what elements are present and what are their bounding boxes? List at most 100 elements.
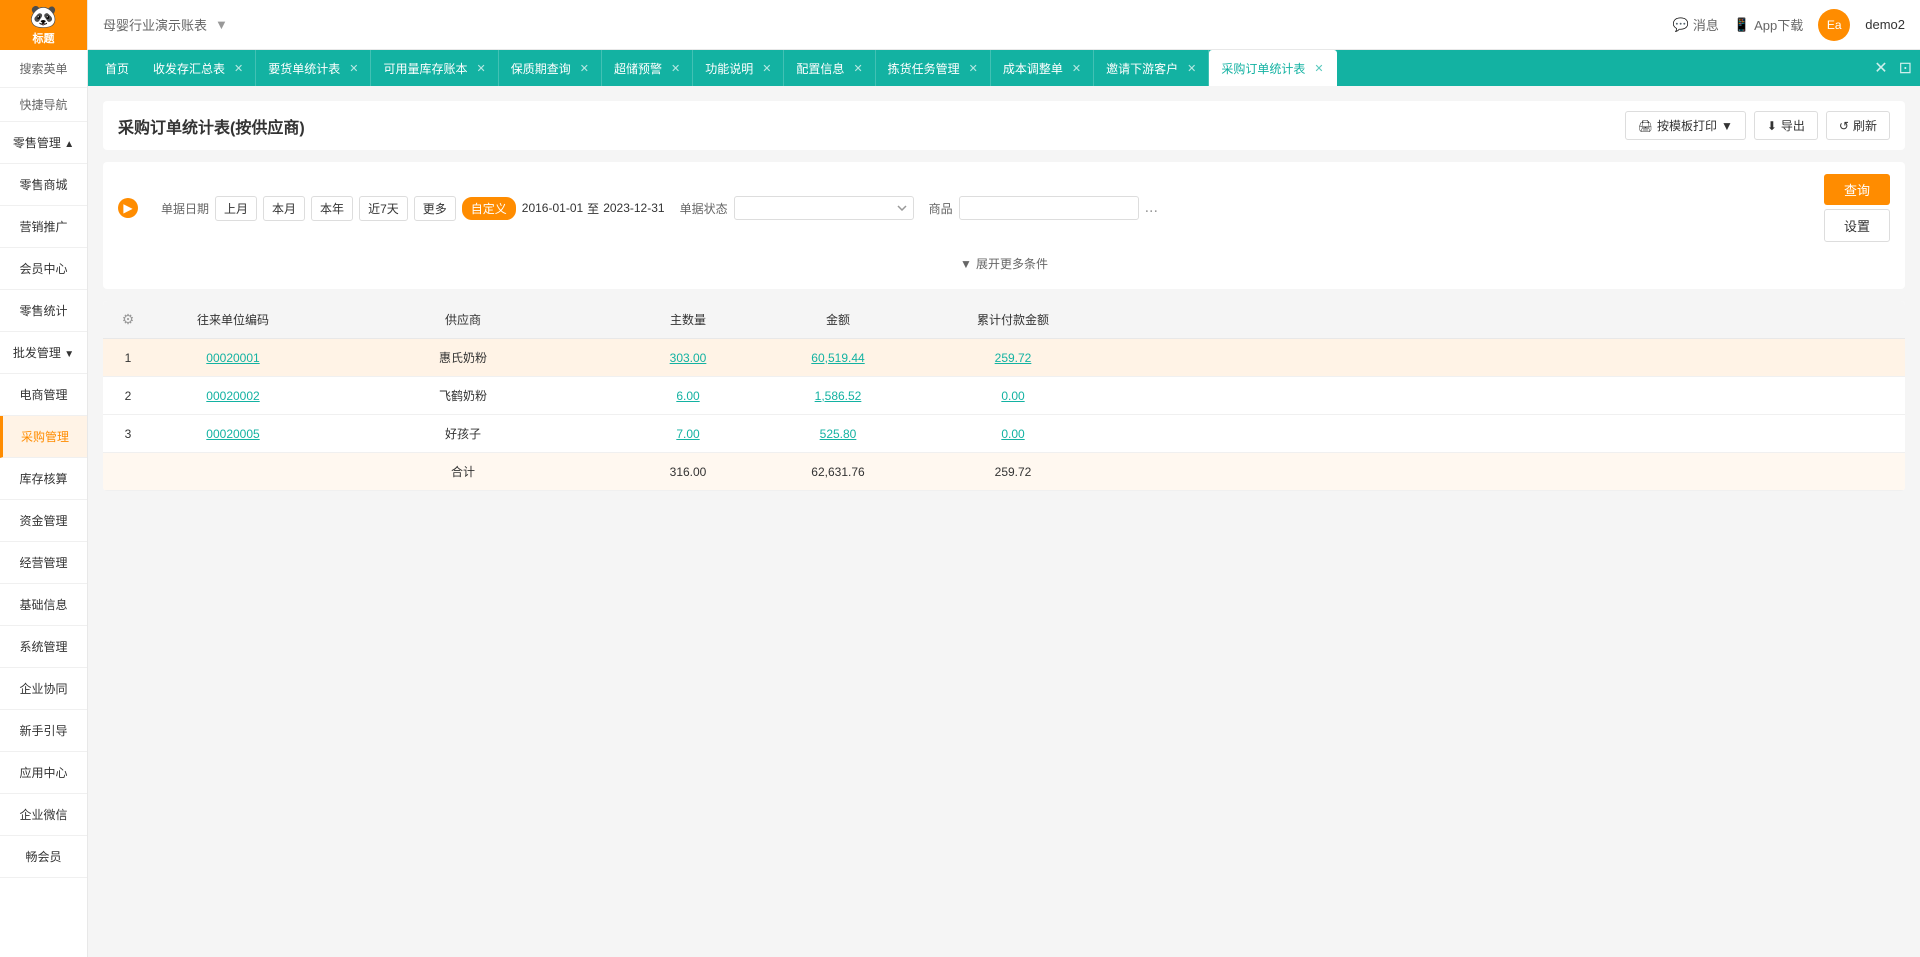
tab-function-desc[interactable]: 功能说明 ✕	[693, 50, 784, 86]
settings-button[interactable]: 设置	[1824, 209, 1890, 242]
goods-input[interactable]	[959, 196, 1139, 220]
tab-cost-adjust[interactable]: 成本调整单 ✕	[991, 50, 1094, 86]
tab-home[interactable]: 首页	[93, 50, 141, 86]
logo-text: 标题	[33, 30, 55, 46]
filter-status-item: 单据状态	[680, 196, 914, 220]
sidebar-logo: 🐼 标题	[0, 0, 87, 50]
status-label: 单据状态	[680, 200, 728, 217]
sidebar-item-inventory[interactable]: 库存核算	[0, 458, 87, 500]
col-header-num: ⚙	[103, 301, 153, 339]
close-tab-function-desc[interactable]: ✕	[762, 62, 771, 75]
col-settings-icon[interactable]: ⚙	[122, 311, 135, 327]
paid-link-3[interactable]: 0.00	[1001, 427, 1024, 441]
table-body: 1 00020001 惠氏奶粉 303.00 60,519.44 259.72 …	[103, 339, 1905, 453]
close-tab-action[interactable]: ✕	[1871, 55, 1890, 81]
footer-amount: 62,631.76	[763, 453, 913, 491]
tab-goods-stats[interactable]: 要货单统计表 ✕	[256, 50, 371, 86]
tab-overstock-warning[interactable]: 超储预警 ✕	[602, 50, 693, 86]
close-tab-overstock-warning[interactable]: ✕	[671, 62, 680, 75]
message-icon: 💬	[1673, 17, 1689, 33]
sidebar-item-appstore[interactable]: 应用中心	[0, 752, 87, 794]
workspace-dropdown-icon[interactable]: ▼	[215, 17, 228, 32]
cell-paid-3: 0.00	[913, 415, 1113, 453]
message-button[interactable]: 💬 消息	[1673, 15, 1719, 34]
main-area: 母婴行业演示账表 ▼ 💬 消息 📱 App下载 Ea demo2 首页 收发存汇…	[88, 0, 1920, 957]
tab-pick-task[interactable]: 拣货任务管理 ✕	[876, 50, 991, 86]
qty-link-3[interactable]: 7.00	[676, 427, 699, 441]
close-tab-invite-downstream[interactable]: ✕	[1187, 62, 1196, 75]
query-button[interactable]: 查询	[1824, 174, 1890, 205]
sidebar-item-system[interactable]: 系统管理	[0, 626, 87, 668]
close-tab-goods-stats[interactable]: ✕	[349, 62, 358, 75]
tab-collection[interactable]: 收发存汇总表 ✕	[141, 50, 256, 86]
close-tab-collection[interactable]: ✕	[234, 62, 243, 75]
filter-right-actions: 查询 设置	[1824, 174, 1890, 242]
date-btn-more[interactable]: 更多	[414, 196, 456, 221]
tab-purchase-stats[interactable]: 采购订单统计表 ✕	[1209, 50, 1336, 86]
close-tab-config[interactable]: ✕	[853, 62, 862, 75]
date-btn-this-year[interactable]: 本年	[311, 196, 353, 221]
date-range: 2016-01-01 至 2023-12-31	[522, 200, 665, 217]
topbar-right: 💬 消息 📱 App下载 Ea demo2	[1673, 9, 1905, 41]
date-btn-this-month[interactable]: 本月	[263, 196, 305, 221]
filter-toggle-arrow[interactable]: ▶	[118, 198, 138, 218]
sidebar-item-member[interactable]: 会员中心	[0, 248, 87, 290]
goods-more-icon[interactable]: ...	[1145, 199, 1158, 217]
template-print-button[interactable]: 🖨 按模板打印 ▼	[1625, 111, 1746, 140]
code-link-2[interactable]: 00020002	[206, 389, 259, 403]
maximize-tab-action[interactable]: ⊡	[1896, 55, 1915, 81]
tab-config[interactable]: 配置信息 ✕	[784, 50, 875, 86]
amount-link-2[interactable]: 1,586.52	[815, 389, 862, 403]
sidebar-search[interactable]: 搜索英单	[0, 50, 87, 88]
sidebar-item-wholesale[interactable]: 批发管理 ▼	[0, 332, 87, 374]
sidebar-quick-nav[interactable]: 快捷导航	[0, 88, 87, 122]
sidebar-item-finance[interactable]: 资金管理	[0, 500, 87, 542]
close-tab-inventory-book[interactable]: ✕	[477, 62, 486, 75]
sidebar-item-wechat[interactable]: 企业微信	[0, 794, 87, 836]
sidebar: 🐼 标题 搜索英单 快捷导航 零售管理 ▲ 零售商城 营销推广 会员中心 零售统…	[0, 0, 88, 957]
filter-row: ▶ 单据日期 上月 本月 本年 近7天 更多 自定义 2016-01-01 至	[118, 174, 1890, 242]
code-link-3[interactable]: 00020005	[206, 427, 259, 441]
sidebar-item-marketing[interactable]: 营销推广	[0, 206, 87, 248]
col-header-code: 往来单位编码	[153, 301, 313, 339]
qty-link-2[interactable]: 6.00	[676, 389, 699, 403]
close-tab-purchase-stats[interactable]: ✕	[1314, 62, 1323, 75]
sidebar-item-enterprise[interactable]: 企业协同	[0, 668, 87, 710]
sidebar-item-newbie[interactable]: 新手引导	[0, 710, 87, 752]
status-select[interactable]	[734, 196, 914, 220]
tab-expiry-query[interactable]: 保质期查询 ✕	[499, 50, 602, 86]
user-avatar[interactable]: Ea	[1818, 9, 1850, 41]
tab-invite-downstream[interactable]: 邀请下游客户 ✕	[1094, 50, 1209, 86]
amount-link-3[interactable]: 525.80	[820, 427, 857, 441]
tab-inventory-book[interactable]: 可用量库存账本 ✕	[371, 50, 498, 86]
cell-qty-2: 6.00	[613, 377, 763, 415]
sidebar-item-retail-store[interactable]: 零售商城	[0, 164, 87, 206]
sidebar-item-vip[interactable]: 畅会员	[0, 836, 87, 878]
sidebar-item-operations[interactable]: 经营管理	[0, 542, 87, 584]
qty-link-1[interactable]: 303.00	[670, 351, 707, 365]
paid-link-2[interactable]: 0.00	[1001, 389, 1024, 403]
export-button[interactable]: ⬇ 导出	[1754, 111, 1818, 140]
date-btn-7days[interactable]: 近7天	[359, 196, 408, 221]
logo-icon: 🐼	[30, 4, 57, 30]
app-download-button[interactable]: 📱 App下载	[1734, 15, 1803, 34]
chevron-down-icon: ▼	[960, 257, 972, 271]
sidebar-item-basic[interactable]: 基础信息	[0, 584, 87, 626]
sidebar-item-purchase[interactable]: 采购管理	[0, 416, 87, 458]
refresh-button[interactable]: ↺ 刷新	[1826, 111, 1890, 140]
sidebar-item-ecommerce[interactable]: 电商管理	[0, 374, 87, 416]
close-tab-cost-adjust[interactable]: ✕	[1072, 62, 1081, 75]
close-tab-pick-task[interactable]: ✕	[969, 62, 978, 75]
date-btn-custom[interactable]: 自定义	[462, 197, 516, 220]
table-row: 2 00020002 飞鹤奶粉 6.00 1,586.52 0.00	[103, 377, 1905, 415]
paid-link-1[interactable]: 259.72	[995, 351, 1032, 365]
sidebar-item-retail-stats[interactable]: 零售统计	[0, 290, 87, 332]
code-link-1[interactable]: 00020001	[206, 351, 259, 365]
sidebar-item-retail[interactable]: 零售管理 ▲	[0, 122, 87, 164]
date-btn-last-month[interactable]: 上月	[215, 196, 257, 221]
cell-code-3: 00020005	[153, 415, 313, 453]
close-tab-expiry-query[interactable]: ✕	[580, 62, 589, 75]
expand-more-filters[interactable]: ▼ 展开更多条件	[118, 250, 1890, 277]
amount-link-1[interactable]: 60,519.44	[811, 351, 864, 365]
chevron-down-icon: ▼	[1721, 119, 1733, 133]
